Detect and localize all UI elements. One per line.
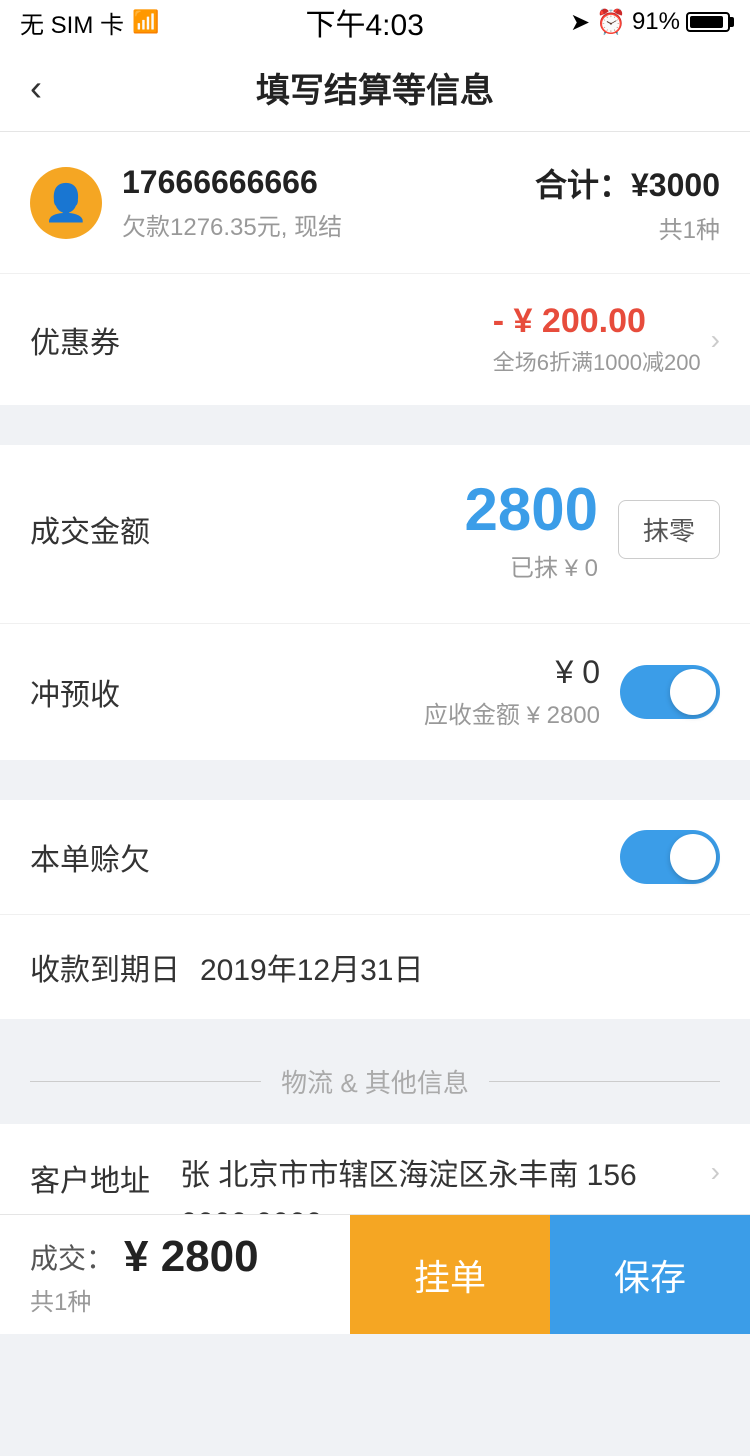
amount-rounded: 已抹 ¥ 0	[465, 548, 598, 583]
customer-card: 👤 17666666666 欠款1276.35元, 现结 合计：¥3000 共1…	[0, 132, 750, 405]
total-count: 共1种	[535, 210, 720, 245]
duedate-row: 收款到期日 2019年12月31日	[30, 945, 720, 989]
coupon-label: 优惠券	[30, 318, 120, 362]
bottom-bar: 成交： ¥ 2800 共1种 挂单 保存	[0, 1214, 750, 1334]
coupon-description: 全场6折满1000减200	[493, 345, 701, 377]
prepay-right: ¥ 0 应收金额 ¥ 2800	[424, 654, 720, 730]
prepay-sub: 应收金额 ¥ 2800	[424, 695, 600, 730]
toggle-knob	[670, 669, 716, 715]
customer-left: 👤 17666666666 欠款1276.35元, 现结	[30, 164, 342, 242]
battery-icon	[686, 12, 730, 32]
debt-section: 本单赊欠	[0, 800, 750, 914]
debt-label: 本单赊欠	[30, 835, 150, 879]
amount-card: 成交金额 2800 已抹 ¥ 0 抹零 冲预收 ¥ 0 应收金额 ¥ 2800	[0, 445, 750, 760]
coupon-discount: - ¥ 200.00	[493, 302, 701, 341]
logistics-divider: 物流 & 其他信息	[0, 1039, 750, 1124]
prepay-amount: ¥ 0	[424, 654, 600, 691]
status-time: 下午4:03	[305, 0, 423, 44]
avatar: 👤	[30, 167, 102, 239]
carrier-text: 无 SIM 卡	[20, 5, 124, 40]
coupon-chevron-icon: ›	[711, 324, 720, 356]
battery-percent: 91%	[632, 8, 680, 36]
duedate-value: 2019年12月31日	[200, 945, 423, 989]
status-right: ➤ ⏰ 91%	[570, 8, 730, 37]
status-left: 无 SIM 卡 📶	[20, 5, 159, 40]
total-label: 合计：¥3000	[535, 160, 720, 206]
bottom-buttons: 挂单 保存	[350, 1215, 750, 1334]
back-button[interactable]: ‹	[30, 67, 42, 109]
customer-subtitle: 欠款1276.35元, 现结	[122, 207, 342, 242]
hang-button[interactable]: 挂单	[350, 1215, 550, 1334]
page-title: 填写结算等信息	[256, 63, 494, 112]
bottom-amount: ¥ 2800	[124, 1232, 259, 1282]
alarm-icon: ⏰	[596, 8, 626, 37]
nav-bar: ‹ 填写结算等信息	[0, 44, 750, 132]
transaction-label: 成交：	[30, 1237, 114, 1277]
amount-label: 成交金额	[30, 507, 150, 551]
prepay-row: 冲预收 ¥ 0 应收金额 ¥ 2800	[30, 654, 720, 730]
customer-info: 17666666666 欠款1276.35元, 现结	[122, 164, 342, 242]
prepay-section: 冲预收 ¥ 0 应收金额 ¥ 2800	[0, 623, 750, 760]
duedate-section: 收款到期日 2019年12月31日	[0, 914, 750, 1019]
amount-right-inner: 2800 已抹 ¥ 0 抹零	[465, 475, 721, 583]
debt-row: 本单赊欠	[30, 830, 720, 884]
address-label: 客户地址	[30, 1156, 150, 1200]
divider-line-right	[489, 1081, 720, 1082]
save-button[interactable]: 保存	[550, 1215, 750, 1334]
coupon-info: - ¥ 200.00 全场6折满1000减200	[493, 302, 701, 377]
divider-line-left	[30, 1081, 261, 1082]
avatar-icon: 👤	[44, 182, 89, 224]
amount-section: 成交金额 2800 已抹 ¥ 0 抹零	[0, 445, 750, 623]
bottom-transaction: 成交： ¥ 2800	[30, 1232, 320, 1282]
round-button[interactable]: 抹零	[618, 500, 720, 559]
prepay-values: ¥ 0 应收金额 ¥ 2800	[424, 654, 600, 730]
address-chevron-icon: ›	[711, 1156, 720, 1188]
amount-value-group: 2800 已抹 ¥ 0	[465, 475, 598, 583]
location-icon: ➤	[570, 8, 590, 37]
logistics-label: 物流 & 其他信息	[281, 1063, 469, 1100]
coupon-right: - ¥ 200.00 全场6折满1000减200 ›	[493, 302, 720, 377]
status-bar: 无 SIM 卡 📶 下午4:03 ➤ ⏰ 91%	[0, 0, 750, 44]
separator-2	[0, 780, 750, 800]
duedate-label: 收款到期日	[30, 945, 180, 989]
wifi-icon: 📶	[132, 9, 159, 35]
debt-toggle[interactable]	[620, 830, 720, 884]
customer-total: 合计：¥3000 共1种	[535, 160, 720, 245]
coupon-row[interactable]: 优惠券 - ¥ 200.00 全场6折满1000减200 ›	[0, 273, 750, 405]
customer-phone: 17666666666	[122, 164, 342, 201]
prepay-toggle[interactable]	[620, 665, 720, 719]
customer-row: 👤 17666666666 欠款1276.35元, 现结 合计：¥3000 共1…	[0, 132, 750, 273]
bottom-count: 共1种	[30, 1282, 320, 1317]
bottom-info: 成交： ¥ 2800 共1种	[0, 1232, 350, 1317]
separator-1	[0, 425, 750, 445]
amount-row: 成交金额 2800 已抹 ¥ 0 抹零	[30, 475, 720, 583]
debt-card: 本单赊欠 收款到期日 2019年12月31日	[0, 800, 750, 1019]
debt-toggle-knob	[670, 834, 716, 880]
prepay-label: 冲预收	[30, 670, 120, 714]
amount-value: 2800	[465, 475, 598, 544]
